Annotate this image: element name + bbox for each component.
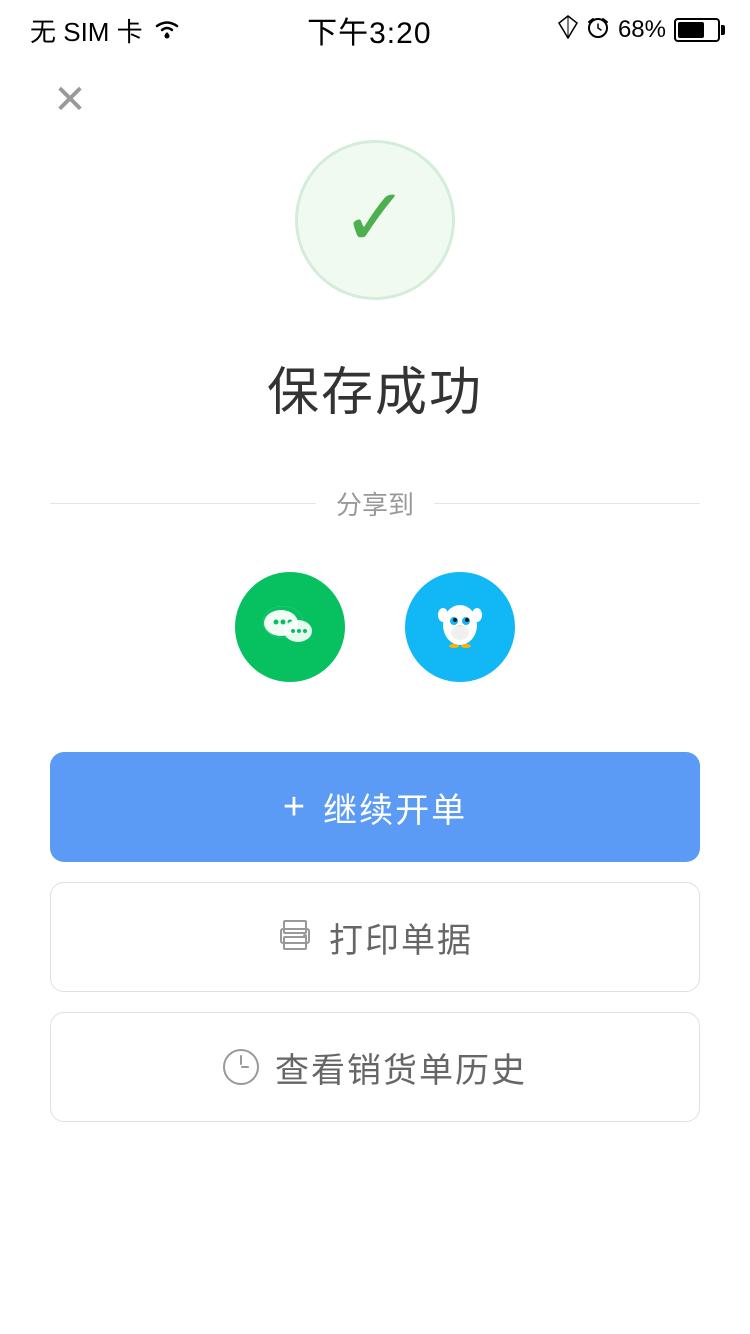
checkmark-icon: ✓ (341, 178, 408, 258)
share-label: 分享到 (336, 485, 414, 522)
status-time: 下午3:20 (307, 8, 431, 52)
print-label: 打印单据 (329, 913, 473, 962)
wifi-icon (153, 15, 181, 46)
clock-icon (223, 1049, 259, 1085)
share-divider: 分享到 (50, 485, 700, 522)
status-right: 68% (558, 15, 720, 46)
action-buttons: + 继续开单 打印单据 查看销货单历史 (50, 752, 700, 1122)
wechat-icon (258, 595, 323, 660)
main-content: ✓ 保存成功 分享到 (0, 60, 750, 1334)
continue-order-button[interactable]: + 继续开单 (50, 752, 700, 862)
qq-share-button[interactable] (405, 572, 515, 682)
success-icon-circle: ✓ (295, 140, 455, 300)
share-icons (50, 572, 700, 682)
alarm-icon (586, 15, 610, 46)
plus-icon: + (283, 786, 307, 829)
battery-percentage: 68% (618, 16, 666, 44)
status-left: 无 SIM 卡 (30, 12, 181, 49)
battery-icon (674, 18, 720, 42)
continue-order-label: 继续开单 (323, 783, 467, 832)
history-button[interactable]: 查看销货单历史 (50, 1012, 700, 1122)
success-title: 保存成功 (267, 350, 483, 425)
print-button[interactable]: 打印单据 (50, 882, 700, 992)
share-section: 分享到 (50, 485, 700, 682)
wechat-share-button[interactable] (235, 572, 345, 682)
print-icon (277, 917, 313, 958)
qq-icon (430, 597, 490, 657)
location-icon (558, 15, 578, 46)
carrier-text: 无 SIM 卡 (30, 12, 143, 49)
history-label: 查看销货单历史 (275, 1043, 527, 1092)
status-bar: 无 SIM 卡 下午3:20 68% (0, 0, 750, 60)
